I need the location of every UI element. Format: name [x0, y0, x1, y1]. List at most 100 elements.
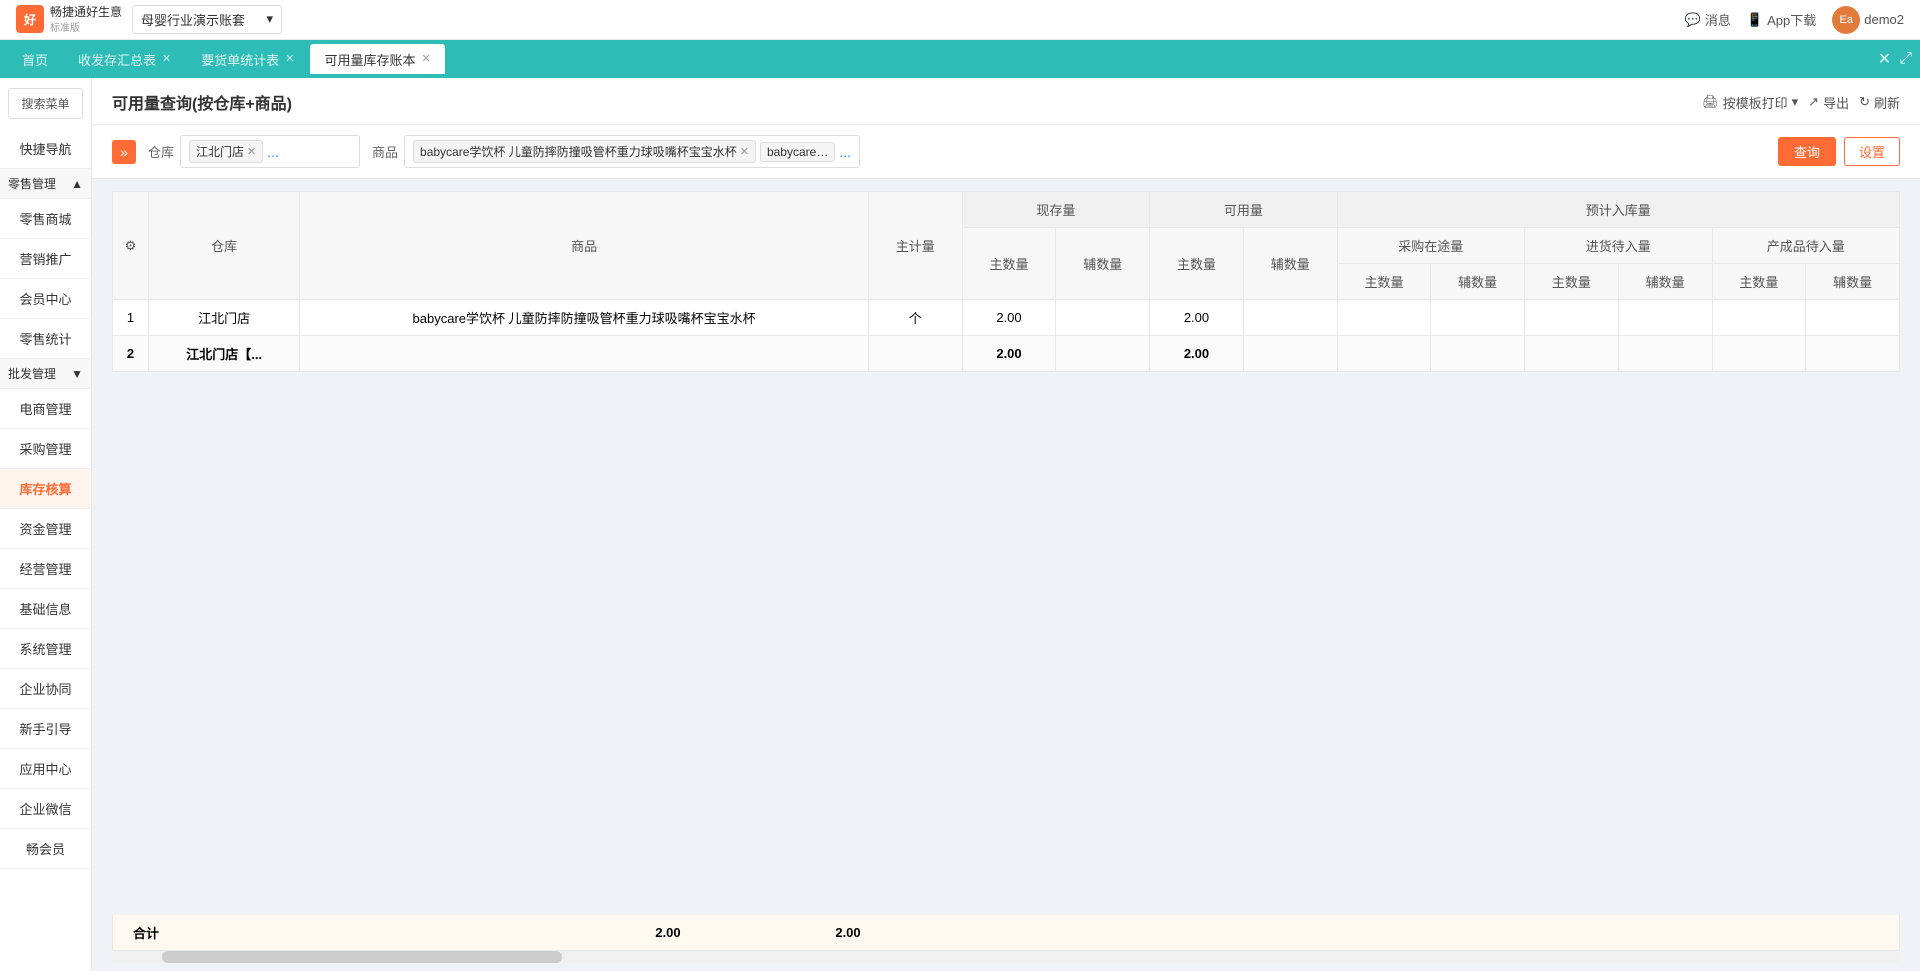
sidebar-item-ecommerce[interactable]: 电商管理 — [0, 389, 91, 429]
sidebar-item-purchase[interactable]: 采购管理 — [0, 429, 91, 469]
sidebar-item-retail-label: 零售管理 — [8, 175, 56, 192]
sidebar: 搜索菜单 快捷导航 零售管理 ▲ 零售商城 营销推广 会员中心 零售统计 批发管… — [0, 78, 92, 971]
search-menu-button[interactable]: 搜索菜单 — [8, 88, 83, 119]
sidebar-item-finance[interactable]: 资金管理 — [0, 509, 91, 549]
cell-available-main: 2.00 — [1150, 300, 1244, 336]
chevron-up-icon: ▲ — [71, 177, 83, 191]
sidebar-item-marketing[interactable]: 营销推广 — [0, 239, 91, 279]
filter-expand-button[interactable]: » — [112, 140, 136, 164]
th-main-unit: 主计量 — [868, 192, 962, 300]
footer-label: 合计 — [123, 923, 623, 942]
product-filter: 商品 babycare学饮杯 儿童防摔防撞吸管杯重力球吸嘴杯宝宝水杯 ✕ bab… — [372, 135, 860, 168]
sidebar-item-wechat[interactable]: 企业微信 — [0, 789, 91, 829]
table-area: ⚙ 仓库 商品 主计量 现存量 — [92, 179, 1920, 915]
th-goods-pending: 进货待入量 — [1525, 228, 1712, 264]
cell-g-pending-aux — [1618, 300, 1712, 336]
top-bar: 好 畅捷通好生意 标准版 母婴行业演示账套 ▾ 💬 消息 📱 App下载 Ea … — [0, 0, 1920, 40]
logo-icon: 好 — [16, 5, 44, 33]
export-button[interactable]: ↗ 导出 — [1808, 93, 1849, 112]
sidebar-item-operations[interactable]: 经营管理 — [0, 549, 91, 589]
chevron-down-icon: ▾ — [1792, 94, 1799, 110]
download-icon: 📱 — [1747, 12, 1763, 28]
tab-bar-actions: ✕ ⤢ — [1878, 49, 1912, 69]
cell-warehouse: 江北门店 — [149, 300, 300, 336]
sidebar-item-system[interactable]: 系统管理 — [0, 629, 91, 669]
cell-prod-pending-main — [1712, 336, 1806, 372]
chevron-down-icon: ▾ — [266, 11, 273, 27]
top-bar-left: 好 畅捷通好生意 标准版 母婴行业演示账套 ▾ — [16, 5, 282, 34]
warehouse-tag-close[interactable]: ✕ — [247, 145, 256, 158]
th-goods-pending-main: 主数量 — [1525, 264, 1619, 300]
footer-available-total: 2.00 — [803, 925, 893, 940]
sidebar-item-newbie[interactable]: 新手引导 — [0, 709, 91, 749]
print-template-button[interactable]: 🖨 按模板打印 ▾ — [1702, 93, 1798, 112]
tab-home[interactable]: 首页 — [8, 44, 62, 74]
export-label: 导出 — [1823, 93, 1849, 112]
sidebar-item-wholesale[interactable]: 批发管理 ▼ — [0, 359, 91, 389]
setting-button[interactable]: 设置 — [1844, 137, 1900, 166]
th-product-pending-aux: 辅数量 — [1806, 264, 1900, 300]
sidebar-item-basic[interactable]: 基础信息 — [0, 589, 91, 629]
expand-window-button[interactable]: ⤢ — [1899, 50, 1912, 68]
product-input[interactable]: babycare学饮杯 儿童防摔防撞吸管杯重力球吸嘴杯宝宝水杯 ✕ babyca… — [404, 135, 860, 168]
product-tag-1-close[interactable]: ✕ — [740, 145, 749, 158]
cell-current-aux — [1056, 300, 1150, 336]
tab-available-stock-label: 可用量库存账本 — [324, 50, 415, 69]
sidebar-item-member[interactable]: 会员中心 — [0, 279, 91, 319]
industry-selector[interactable]: 母婴行业演示账套 ▾ — [132, 5, 282, 34]
filter-bar: » 仓库 江北门店 ✕ ... 商品 babycare学饮杯 儿童防摔防撞吸管杯… — [92, 125, 1920, 179]
cell-main-unit: 个 — [868, 300, 962, 336]
cell-current-aux — [1056, 336, 1150, 372]
sidebar-item-retail[interactable]: 零售管理 ▲ — [0, 169, 91, 199]
export-icon: ↗ — [1808, 94, 1819, 110]
horizontal-scrollbar[interactable] — [112, 951, 1900, 963]
sidebar-item-inventory[interactable]: 库存核算 — [0, 469, 91, 509]
user-profile[interactable]: Ea demo2 — [1832, 6, 1904, 34]
print-icon: 🖨 — [1702, 94, 1719, 110]
th-expected-in: 预计入库量 — [1337, 192, 1899, 228]
th-goods-pending-aux: 辅数量 — [1618, 264, 1712, 300]
tab-available-stock[interactable]: 可用量库存账本 ✕ — [310, 44, 444, 74]
data-table: ⚙ 仓库 商品 主计量 现存量 — [112, 191, 1900, 372]
warehouse-input[interactable]: 江北门店 ✕ ... — [180, 135, 360, 168]
th-product: 商品 — [300, 192, 869, 300]
tab-receive-send[interactable]: 收发存汇总表 ✕ — [64, 44, 185, 74]
tab-order-stats-close[interactable]: ✕ — [285, 54, 294, 65]
cell-prod-pending-aux — [1806, 300, 1900, 336]
app-download-label: App下载 — [1767, 10, 1816, 29]
th-warehouse: 仓库 — [149, 192, 300, 300]
message-button[interactable]: 💬 消息 — [1685, 10, 1731, 29]
cell-p-transit-aux — [1431, 336, 1525, 372]
tab-order-stats-label: 要货单统计表 — [201, 50, 279, 69]
query-button[interactable]: 查询 — [1778, 137, 1836, 166]
th-current-aux-qty: 辅数量 — [1056, 228, 1150, 300]
sidebar-item-quick-nav[interactable]: 快捷导航 — [0, 129, 91, 169]
tab-receive-send-close[interactable]: ✕ — [162, 54, 171, 65]
expand-icon: » — [120, 144, 128, 160]
sidebar-item-enterprise[interactable]: 企业协同 — [0, 669, 91, 709]
warehouse-more-icon[interactable]: ... — [267, 144, 279, 160]
th-product-pending: 产成品待入量 — [1712, 228, 1899, 264]
tab-available-stock-close[interactable]: ✕ — [422, 54, 431, 65]
sidebar-item-retail-stats[interactable]: 零售统计 — [0, 319, 91, 359]
product-tag-2: babycare… — [760, 142, 835, 162]
product-label: 商品 — [372, 142, 398, 161]
th-settings[interactable]: ⚙ — [113, 192, 149, 300]
cell-no: 1 — [113, 300, 149, 336]
refresh-button[interactable]: ↻ 刷新 — [1859, 93, 1900, 112]
close-all-tabs-button[interactable]: ✕ — [1878, 49, 1891, 69]
scroll-thumb[interactable] — [162, 951, 562, 963]
print-template-label: 按模板打印 — [1723, 93, 1788, 112]
page-title-row: 可用量查询(按仓库+商品) 🖨 按模板打印 ▾ ↗ 导出 ↻ 刷新 — [112, 90, 1900, 114]
sidebar-item-app-center[interactable]: 应用中心 — [0, 749, 91, 789]
th-available-aux-qty: 辅数量 — [1243, 228, 1337, 300]
sidebar-item-retail-mall[interactable]: 零售商城 — [0, 199, 91, 239]
tab-order-stats[interactable]: 要货单统计表 ✕ — [187, 44, 308, 74]
table-row: 2 江北门店【... 2.00 2.00 — [113, 336, 1900, 372]
app-download-button[interactable]: 📱 App下载 — [1747, 10, 1816, 29]
cell-main-unit — [868, 336, 962, 372]
avatar: Ea — [1832, 6, 1860, 34]
product-more-icon[interactable]: ... — [839, 144, 851, 160]
sidebar-item-vip[interactable]: 畅会员 — [0, 829, 91, 869]
cell-product — [300, 336, 869, 372]
